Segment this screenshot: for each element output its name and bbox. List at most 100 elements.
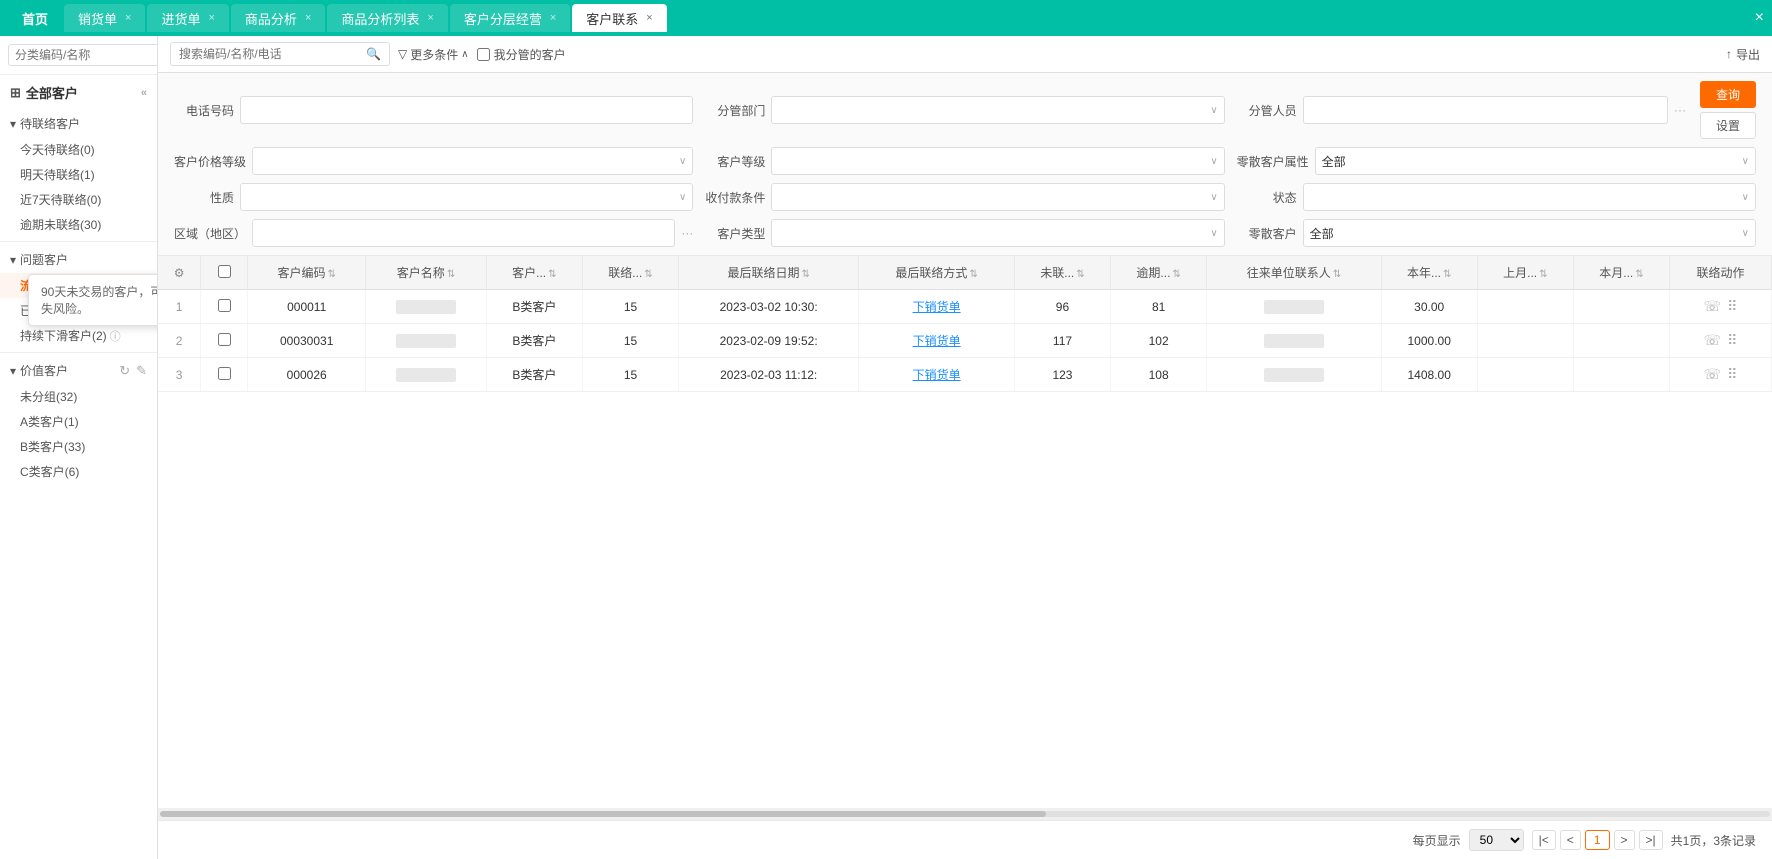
row-last-method-3[interactable]: 下销货单 xyxy=(859,358,1015,392)
row-checkbox-1[interactable] xyxy=(201,290,248,324)
next-page-button[interactable]: > xyxy=(1614,830,1635,850)
more-action-icon-2[interactable]: ⠿ xyxy=(1727,332,1737,349)
sort-unit-icon[interactable]: ⇅ xyxy=(1333,269,1341,280)
col-no-contact[interactable]: 未联...⇅ xyxy=(1014,256,1110,290)
col-settings[interactable]: ⚙ xyxy=(158,256,201,290)
sort-this-month-icon[interactable]: ⇅ xyxy=(1635,269,1643,280)
retail-attr-select[interactable]: 全部 ∨ xyxy=(1315,147,1756,175)
col-overdue[interactable]: 逾期...⇅ xyxy=(1111,256,1207,290)
sidebar-search-input[interactable] xyxy=(8,44,158,66)
scroll-track[interactable] xyxy=(160,811,1770,817)
sidebar-item-overdue[interactable]: 逾期未联络(30) xyxy=(0,212,157,237)
col-this-month[interactable]: 本月...⇅ xyxy=(1573,256,1669,290)
col-contact[interactable]: 联络...⇅ xyxy=(582,256,678,290)
sort-level-icon[interactable]: ⇅ xyxy=(548,269,556,280)
settings-button[interactable]: 设置 xyxy=(1700,112,1756,139)
edit-icon[interactable]: ✎ xyxy=(136,363,147,379)
col-last-method[interactable]: 最后联络方式⇅ xyxy=(859,256,1015,290)
customer-type-select[interactable]: ∨ xyxy=(771,219,1224,247)
more-action-icon-1[interactable]: ⠿ xyxy=(1727,298,1737,315)
prev-page-button[interactable]: < xyxy=(1560,830,1581,850)
horizontal-scrollbar[interactable] xyxy=(158,808,1772,820)
row-checkbox-3[interactable] xyxy=(201,358,248,392)
sidebar-item-today[interactable]: 今天待联络(0) xyxy=(0,137,157,162)
col-code[interactable]: 客户编码⇅ xyxy=(248,256,366,290)
tab-product-list[interactable]: 商品分析列表 × xyxy=(327,4,447,32)
contact-icon-3[interactable]: ☏ xyxy=(1704,366,1722,383)
customer-level-select[interactable]: ∨ xyxy=(771,147,1224,175)
col-last-month[interactable]: 上月...⇅ xyxy=(1477,256,1573,290)
sort-overdue-icon[interactable]: ⇅ xyxy=(1172,269,1180,280)
row-last-method-2[interactable]: 下销货单 xyxy=(859,324,1015,358)
manager-select[interactable] xyxy=(1303,96,1668,124)
col-this-year[interactable]: 本年...⇅ xyxy=(1381,256,1477,290)
sidebar-section-problem[interactable]: ▾ 问题客户 xyxy=(0,246,157,273)
sidebar-item-ungrouped[interactable]: 未分组(32) xyxy=(0,384,157,409)
sort-code-icon[interactable]: ⇅ xyxy=(328,269,336,280)
per-page-select[interactable]: 50 100 200 xyxy=(1469,829,1524,851)
search-submit-icon[interactable]: 🔍 xyxy=(366,47,381,61)
sort-contact-icon[interactable]: ⇅ xyxy=(644,269,652,280)
region-more-icon[interactable]: ··· xyxy=(681,226,693,240)
my-customers-checkbox[interactable] xyxy=(477,48,490,61)
phone-input[interactable] xyxy=(240,96,693,124)
manager-more-icon[interactable]: ··· xyxy=(1674,103,1686,117)
tab-sales[interactable]: 销货单 × xyxy=(64,4,145,32)
tab-customer-tier[interactable]: 客户分层经营 × xyxy=(450,4,570,32)
sidebar-item-declining[interactable]: 持续下滑客户(2) ⓘ xyxy=(0,323,157,348)
table-settings-icon[interactable]: ⚙ xyxy=(174,266,185,280)
more-conditions-button[interactable]: ▽ 更多条件 ∧ xyxy=(398,46,469,63)
sort-name-icon[interactable]: ⇅ xyxy=(447,269,455,280)
col-level[interactable]: 客户...⇅ xyxy=(486,256,582,290)
sort-last-month-icon[interactable]: ⇅ xyxy=(1539,269,1547,280)
my-customers-checkbox-label[interactable]: 我分管的客户 xyxy=(477,46,566,63)
sidebar-section-pending[interactable]: ▾ 待联络客户 xyxy=(0,110,157,137)
col-checkbox[interactable] xyxy=(201,256,248,290)
col-name[interactable]: 客户名称⇅ xyxy=(366,256,487,290)
dept-select[interactable]: ∨ xyxy=(771,96,1224,124)
tab-customer-tier-close[interactable]: × xyxy=(550,12,556,24)
sort-no-contact-icon[interactable]: ⇅ xyxy=(1076,269,1084,280)
tab-sales-close[interactable]: × xyxy=(125,12,131,24)
sidebar-item-c-class[interactable]: C类客户(6) xyxy=(0,459,157,484)
sort-last-method-icon[interactable]: ⇅ xyxy=(969,269,977,280)
export-button[interactable]: ↑ 导出 xyxy=(1726,46,1760,63)
scroll-thumb[interactable] xyxy=(160,811,1046,817)
refresh-icon[interactable]: ↻ xyxy=(119,363,130,379)
sidebar-section-value[interactable]: ▾ 价值客户 ↻ ✎ xyxy=(0,357,157,384)
tab-purchase-close[interactable]: × xyxy=(208,12,214,24)
window-close-button[interactable]: × xyxy=(1755,9,1764,27)
search-box[interactable]: 🔍 xyxy=(170,42,390,66)
contact-icon-1[interactable]: ☏ xyxy=(1704,298,1722,315)
sort-this-year-icon[interactable]: ⇅ xyxy=(1443,269,1451,280)
tab-product-analysis[interactable]: 商品分析 × xyxy=(231,4,325,32)
sidebar-collapse-button[interactable]: « xyxy=(141,87,147,99)
sidebar-item-tomorrow[interactable]: 明天待联络(1) xyxy=(0,162,157,187)
payment-select[interactable]: ∨ xyxy=(771,183,1224,211)
first-page-button[interactable]: |< xyxy=(1532,830,1556,850)
sidebar-root-header[interactable]: ⊞ 全部客户 « xyxy=(0,75,157,110)
tab-customer-contact[interactable]: 客户联系 × xyxy=(572,4,666,32)
tab-home[interactable]: 首页 xyxy=(8,4,62,32)
select-all-checkbox[interactable] xyxy=(218,265,231,278)
search-input[interactable] xyxy=(179,47,362,61)
row-last-method-1[interactable]: 下销货单 xyxy=(859,290,1015,324)
tab-customer-contact-close[interactable]: × xyxy=(646,12,652,24)
sidebar-item-week[interactable]: 近7天待联络(0) xyxy=(0,187,157,212)
status-select[interactable]: ∨ xyxy=(1303,183,1756,211)
price-level-select[interactable]: ∨ xyxy=(252,147,693,175)
col-last-date[interactable]: 最后联络日期⇅ xyxy=(679,256,859,290)
tab-product-analysis-close[interactable]: × xyxy=(305,12,311,24)
tab-product-list-close[interactable]: × xyxy=(427,12,433,24)
more-action-icon-3[interactable]: ⠿ xyxy=(1727,366,1737,383)
query-button[interactable]: 查询 xyxy=(1700,81,1756,108)
retail-customer-select[interactable]: 全部 ∨ xyxy=(1303,219,1756,247)
sidebar-item-b-class[interactable]: B类客户(33) xyxy=(0,434,157,459)
region-select[interactable] xyxy=(252,219,675,247)
sidebar-item-a-class[interactable]: A类客户(1) xyxy=(0,409,157,434)
tab-purchase[interactable]: 进货单 × xyxy=(147,4,228,32)
contact-icon-2[interactable]: ☏ xyxy=(1704,332,1722,349)
sort-last-date-icon[interactable]: ⇅ xyxy=(801,269,809,280)
row-checkbox-2[interactable] xyxy=(201,324,248,358)
col-unit-contact[interactable]: 往来单位联系人⇅ xyxy=(1207,256,1381,290)
